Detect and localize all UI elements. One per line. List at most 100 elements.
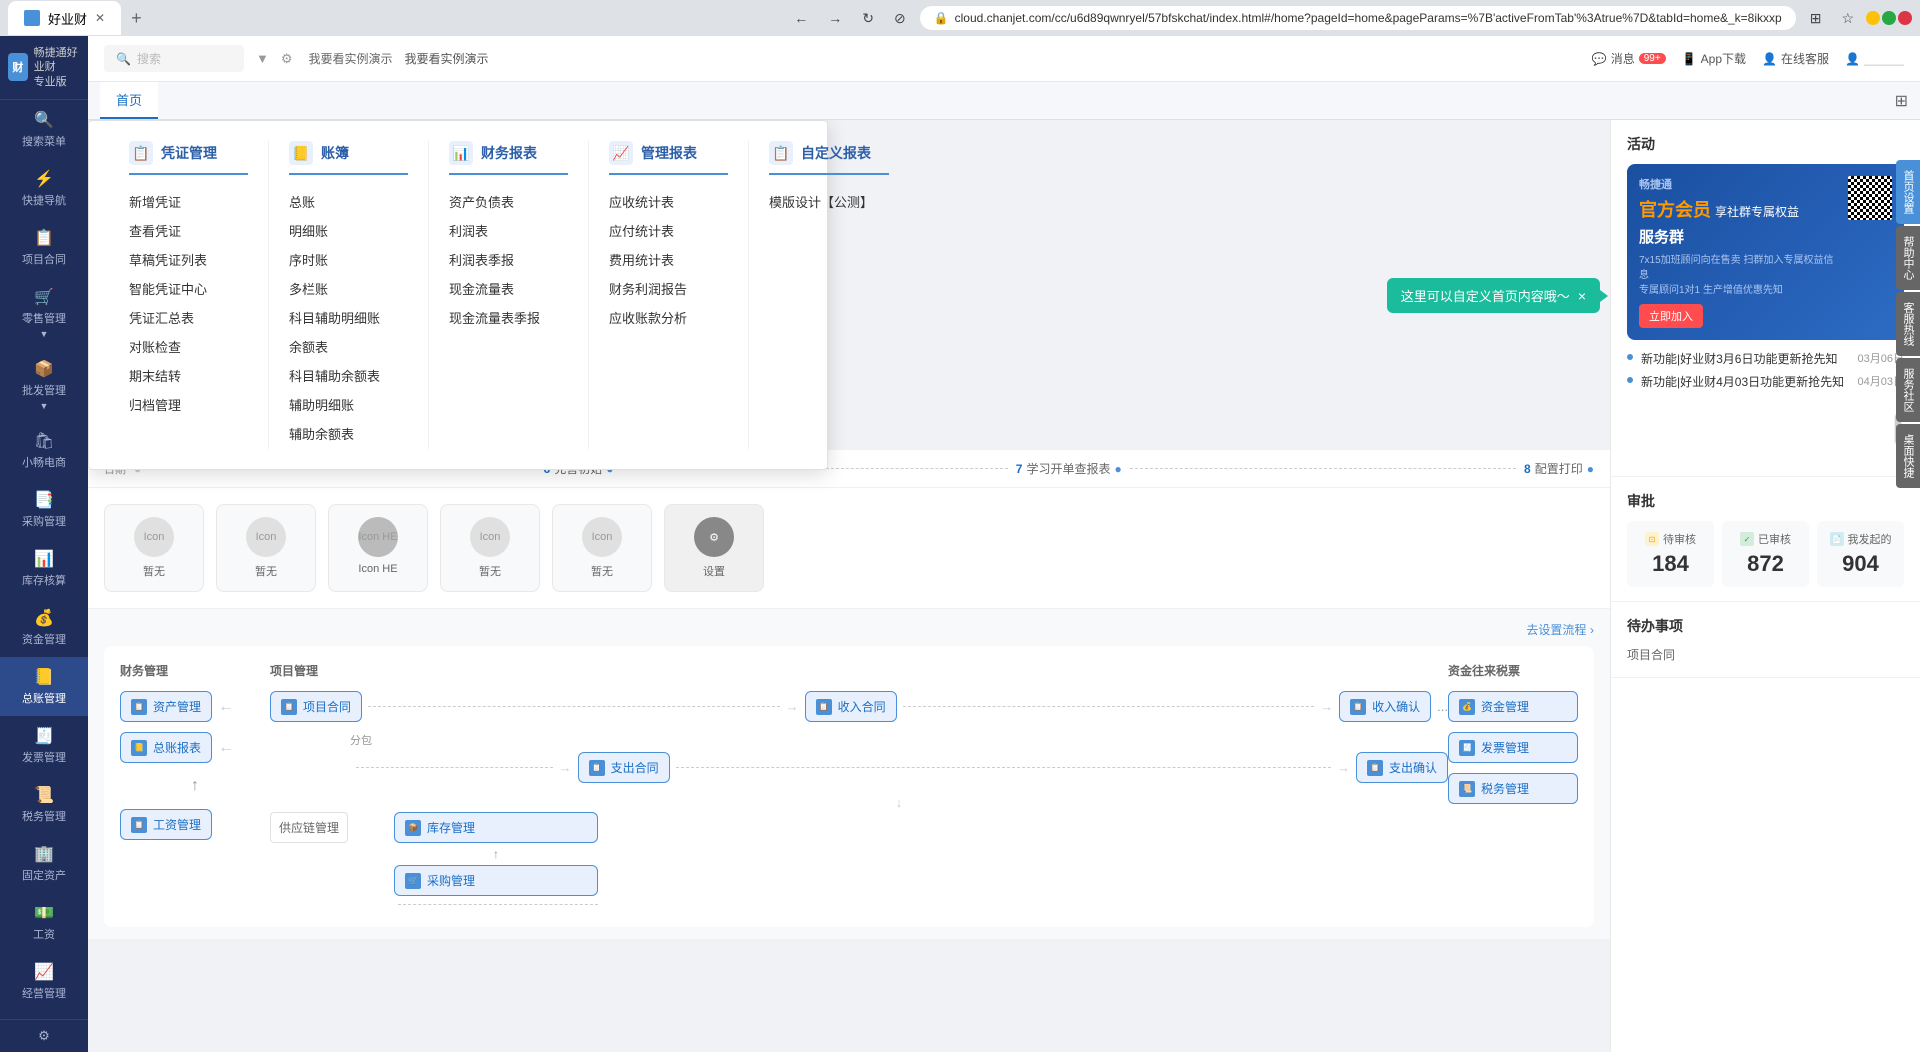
menu-item-receivable-stats[interactable]: 应收统计表: [609, 187, 728, 216]
shortcut-community[interactable]: 服务社区: [1896, 358, 1920, 422]
close-button[interactable]: [1898, 11, 1912, 25]
menu-item-income-quarterly[interactable]: 利润表季报: [449, 245, 568, 274]
reload-button[interactable]: ↻: [856, 7, 880, 30]
sidebar-item-project[interactable]: 📋 项目合同: [0, 218, 88, 277]
sidebar-item-tax[interactable]: 📜 税务管理: [0, 775, 88, 834]
menu-item-balance-table[interactable]: 余额表: [289, 332, 408, 361]
menu-item-multi-column[interactable]: 多栏账: [289, 274, 408, 303]
menu-section-financial: 📊 财务报表 资产负债表 利润表 利润表季报 现金流量表 现金流量表季报: [429, 141, 589, 449]
sidebar-item-assets[interactable]: 🏢 固定资产: [0, 834, 88, 893]
menu-item-cashflow-quarterly[interactable]: 现金流量表季报: [449, 303, 568, 332]
sent-card[interactable]: 📄 我发起的 904: [1817, 521, 1904, 587]
pending-approval-card[interactable]: ⊡ 待审核 184: [1627, 521, 1714, 587]
sidebar-item-retail[interactable]: 🛒 零售管理 ▼: [0, 277, 88, 349]
sidebar-item-invoice[interactable]: 🧾 发票管理: [0, 716, 88, 775]
menu-item-new-voucher[interactable]: 新增凭证: [129, 187, 248, 216]
menu-item-receivable-analysis[interactable]: 应收账款分析: [609, 303, 728, 332]
todo-title: 待办事项: [1627, 616, 1904, 636]
forward-button[interactable]: →: [822, 7, 848, 29]
menu-item-smart-voucher[interactable]: 智能凭证中心: [129, 274, 248, 303]
menu-item-cashflow[interactable]: 现金流量表: [449, 274, 568, 303]
shortcut-hotline[interactable]: 客服热线: [1896, 292, 1920, 356]
stop-button[interactable]: ⊘: [888, 7, 912, 30]
sent-label: 📄 我发起的: [1827, 531, 1894, 547]
management-section-icon: 📈: [609, 141, 633, 165]
join-button[interactable]: 立即加入: [1639, 304, 1703, 328]
menu-item-voucher-summary[interactable]: 凭证汇总表: [129, 303, 248, 332]
page-tab-bar: 首页 ⊞: [88, 82, 1920, 120]
approved-card[interactable]: ✓ 已审核 872: [1722, 521, 1809, 587]
menu-item-income-statement[interactable]: 利润表: [449, 216, 568, 245]
menu-item-template-design[interactable]: 模版设计【公测】: [769, 187, 889, 216]
sidebar-item-quicknav[interactable]: ⚡ 快捷导航: [0, 159, 88, 218]
tab-close-button[interactable]: ✕: [95, 11, 105, 25]
sidebar-item-finance[interactable]: 💰 资金管理: [0, 598, 88, 657]
menu-item-subject-balance[interactable]: 科目辅助余额表: [289, 361, 408, 390]
sidebar-item-management[interactable]: 📈 经营管理: [0, 952, 88, 1011]
menu-item-general-ledger[interactable]: 总账: [289, 187, 408, 216]
sidebar-item-search[interactable]: 🔍 搜索菜单: [0, 100, 88, 159]
shortcut-desktop[interactable]: 桌面快捷: [1896, 424, 1920, 488]
url-display: cloud.chanjet.com/cc/u6d89qwnryel/57bfsk…: [955, 11, 1782, 25]
user-avatar[interactable]: 👤 ______: [1845, 52, 1904, 66]
sidebar-item-purchase[interactable]: 📑 采购管理: [0, 480, 88, 539]
address-bar[interactable]: 🔒 cloud.chanjet.com/cc/u6d89qwnryel/57bf…: [920, 6, 1796, 30]
sidebar-item-salary[interactable]: 💵 工资: [0, 893, 88, 952]
approved-label: ✓ 已审核: [1732, 531, 1799, 547]
settings-button[interactable]: ⚙: [0, 1019, 88, 1052]
new-tab-button[interactable]: +: [125, 6, 148, 31]
sidebar-item-inventory[interactable]: 📊 库存核算: [0, 539, 88, 598]
app-download-label: App下载: [1701, 50, 1746, 67]
menu-item-reconcile[interactable]: 对账检查: [129, 332, 248, 361]
menu-item-draft-voucher[interactable]: 草稿凭证列表: [129, 245, 248, 274]
shortcut-help-center[interactable]: 帮助中心: [1896, 226, 1920, 290]
shortcut-label-1: 首页设置: [1902, 170, 1914, 214]
sidebar-item-expense[interactable]: 📝 小畅报销: [0, 1011, 88, 1019]
window-controls: [1866, 11, 1912, 25]
demo-link-text[interactable]: 我要看实例演示: [405, 50, 489, 67]
settings-gear-icon[interactable]: ⚙: [281, 51, 293, 67]
menu-item-chronological[interactable]: 序时账: [289, 245, 408, 274]
expand-button[interactable]: ▼: [256, 51, 269, 66]
news-text-1[interactable]: 新功能|好业财3月6日功能更新抢先知: [1641, 350, 1850, 367]
sidebar-item-ecommerce[interactable]: 🛍 小畅电商: [0, 421, 88, 480]
menu-item-view-voucher[interactable]: 查看凭证: [129, 216, 248, 245]
menu-item-payable-stats[interactable]: 应付统计表: [609, 216, 728, 245]
menu-item-balance-sheet[interactable]: 资产负债表: [449, 187, 568, 216]
sidebar-item-label: 固定资产: [22, 867, 66, 883]
back-button[interactable]: ←: [788, 7, 814, 29]
activity-section: 活动 畅捷通 官方会员 享社群专属权益 服务群: [1611, 120, 1920, 477]
message-button[interactable]: 💬 消息 99+: [1592, 50, 1666, 67]
search-bar[interactable]: 🔍 搜索: [104, 45, 244, 72]
menu-item-subject-detail[interactable]: 科目辅助明细账: [289, 303, 408, 332]
menu-item-expense-stats[interactable]: 费用统计表: [609, 245, 728, 274]
sent-icon: 📄: [1830, 532, 1844, 546]
sidebar-item-ledger[interactable]: 📒 总账管理: [0, 657, 88, 716]
news-text-2[interactable]: 新功能|好业财4月03日功能更新抢先知: [1641, 373, 1850, 390]
menu-item-profit-report[interactable]: 财务利润报告: [609, 274, 728, 303]
shortcut-homepage-settings[interactable]: 首页设置: [1896, 160, 1920, 224]
menu-item-archive[interactable]: 归档管理: [129, 390, 248, 419]
home-tab[interactable]: 首页: [100, 82, 158, 119]
financial-title: 财务报表: [481, 143, 537, 163]
menu-item-assist-balance[interactable]: 辅助余额表: [289, 419, 408, 448]
assets-icon: 🏢: [34, 844, 54, 864]
activity-banner: 畅捷通 官方会员 享社群专属权益 服务群 7x15加班顾问向在售卖 扫群加入专属…: [1627, 164, 1904, 340]
demo-link[interactable]: 我要看实例演示: [309, 50, 393, 67]
active-tab[interactable]: 好业财 ✕: [8, 1, 121, 35]
extensions-button[interactable]: ⊞: [1804, 7, 1828, 30]
minimize-button[interactable]: [1866, 11, 1880, 25]
menu-item-assist-detail[interactable]: 辅助明细账: [289, 390, 408, 419]
maximize-button[interactable]: [1882, 11, 1896, 25]
financial-section-header: 📊 财务报表: [449, 141, 568, 175]
menu-item-detail-ledger[interactable]: 明细账: [289, 216, 408, 245]
bookmark-button[interactable]: ☆: [1835, 7, 1860, 30]
app-download-button[interactable]: 📱 App下载: [1682, 50, 1746, 67]
banner-desc2: 专属顾问1对1 生产增值优惠先知: [1639, 281, 1840, 296]
banner-text: 畅捷通 官方会员 享社群专属权益 服务群 7x15加班顾问向在售卖 扫群加入专属…: [1639, 176, 1840, 328]
sidebar-item-wholesale[interactable]: 📦 批发管理 ▼: [0, 349, 88, 421]
online-service-button[interactable]: 👤 在线客服: [1762, 50, 1829, 67]
financial-section-icon: 📊: [449, 141, 473, 165]
tab-corner-icon[interactable]: ⊞: [1895, 91, 1908, 111]
menu-item-period-end[interactable]: 期末结转: [129, 361, 248, 390]
